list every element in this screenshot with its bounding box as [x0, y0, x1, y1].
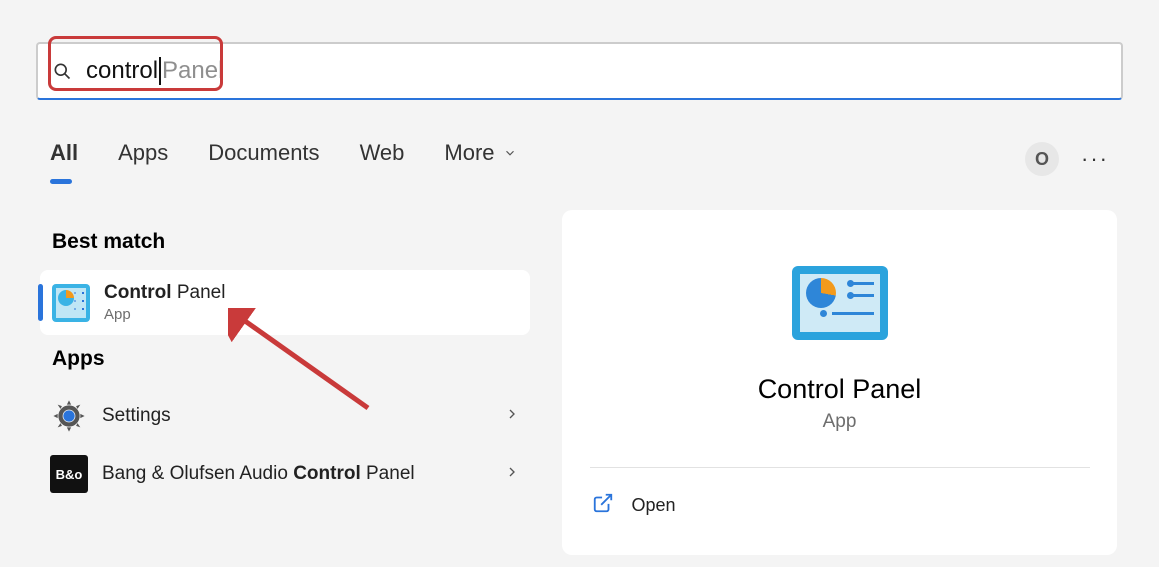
search-typed-text: control	[86, 57, 158, 85]
control-panel-large-icon	[792, 266, 888, 340]
open-label: Open	[632, 495, 676, 516]
search-suggestion-text: Panel	[162, 57, 223, 85]
result-subtitle: App	[104, 306, 518, 323]
open-action[interactable]: Open	[590, 468, 1090, 543]
search-input[interactable]: control Panel	[86, 57, 223, 85]
filter-tabs: All Apps Documents Web More O ···	[50, 140, 1109, 178]
tab-label: Documents	[208, 140, 319, 165]
tab-more[interactable]: More	[444, 140, 516, 178]
tab-web[interactable]: Web	[360, 140, 405, 178]
result-title: Control Panel	[104, 282, 518, 304]
result-control-panel[interactable]: Control Panel App	[42, 272, 528, 333]
chevron-down-icon	[503, 146, 517, 160]
apps-header: Apps	[40, 335, 530, 387]
tab-label: More	[444, 140, 494, 166]
result-settings[interactable]: Settings	[40, 387, 530, 445]
more-options-button[interactable]: ···	[1081, 146, 1109, 172]
result-title: Bang & Olufsen Audio Control Panel	[102, 463, 504, 485]
detail-pane: Control Panel App Open	[562, 210, 1117, 555]
text-caret	[159, 57, 161, 85]
avatar-initial: O	[1035, 149, 1049, 170]
selection-indicator	[38, 284, 43, 321]
search-bar[interactable]: control Panel	[36, 42, 1123, 100]
detail-subtitle: App	[823, 411, 857, 433]
tab-label: All	[50, 140, 78, 165]
tab-all[interactable]: All	[50, 140, 78, 178]
results-column: Best match Control Panel App Apps Settin…	[40, 218, 530, 503]
result-bang-olufsen[interactable]: B&o Bang & Olufsen Audio Control Panel	[40, 445, 530, 503]
bang-olufsen-icon: B&o	[50, 455, 88, 493]
active-tab-indicator	[50, 179, 72, 184]
gear-icon	[50, 397, 88, 435]
control-panel-icon	[52, 284, 90, 322]
search-icon	[52, 61, 72, 81]
result-title: Settings	[102, 405, 504, 427]
open-external-icon	[592, 492, 614, 519]
chevron-right-icon	[504, 464, 520, 485]
detail-title: Control Panel	[758, 374, 922, 405]
best-match-header: Best match	[40, 218, 530, 270]
tab-documents[interactable]: Documents	[208, 140, 319, 178]
tab-apps[interactable]: Apps	[118, 140, 168, 178]
tab-label: Web	[360, 140, 405, 165]
tab-label: Apps	[118, 140, 168, 165]
user-avatar[interactable]: O	[1025, 142, 1059, 176]
chevron-right-icon	[504, 406, 520, 427]
best-match-card: Control Panel App	[40, 270, 530, 335]
